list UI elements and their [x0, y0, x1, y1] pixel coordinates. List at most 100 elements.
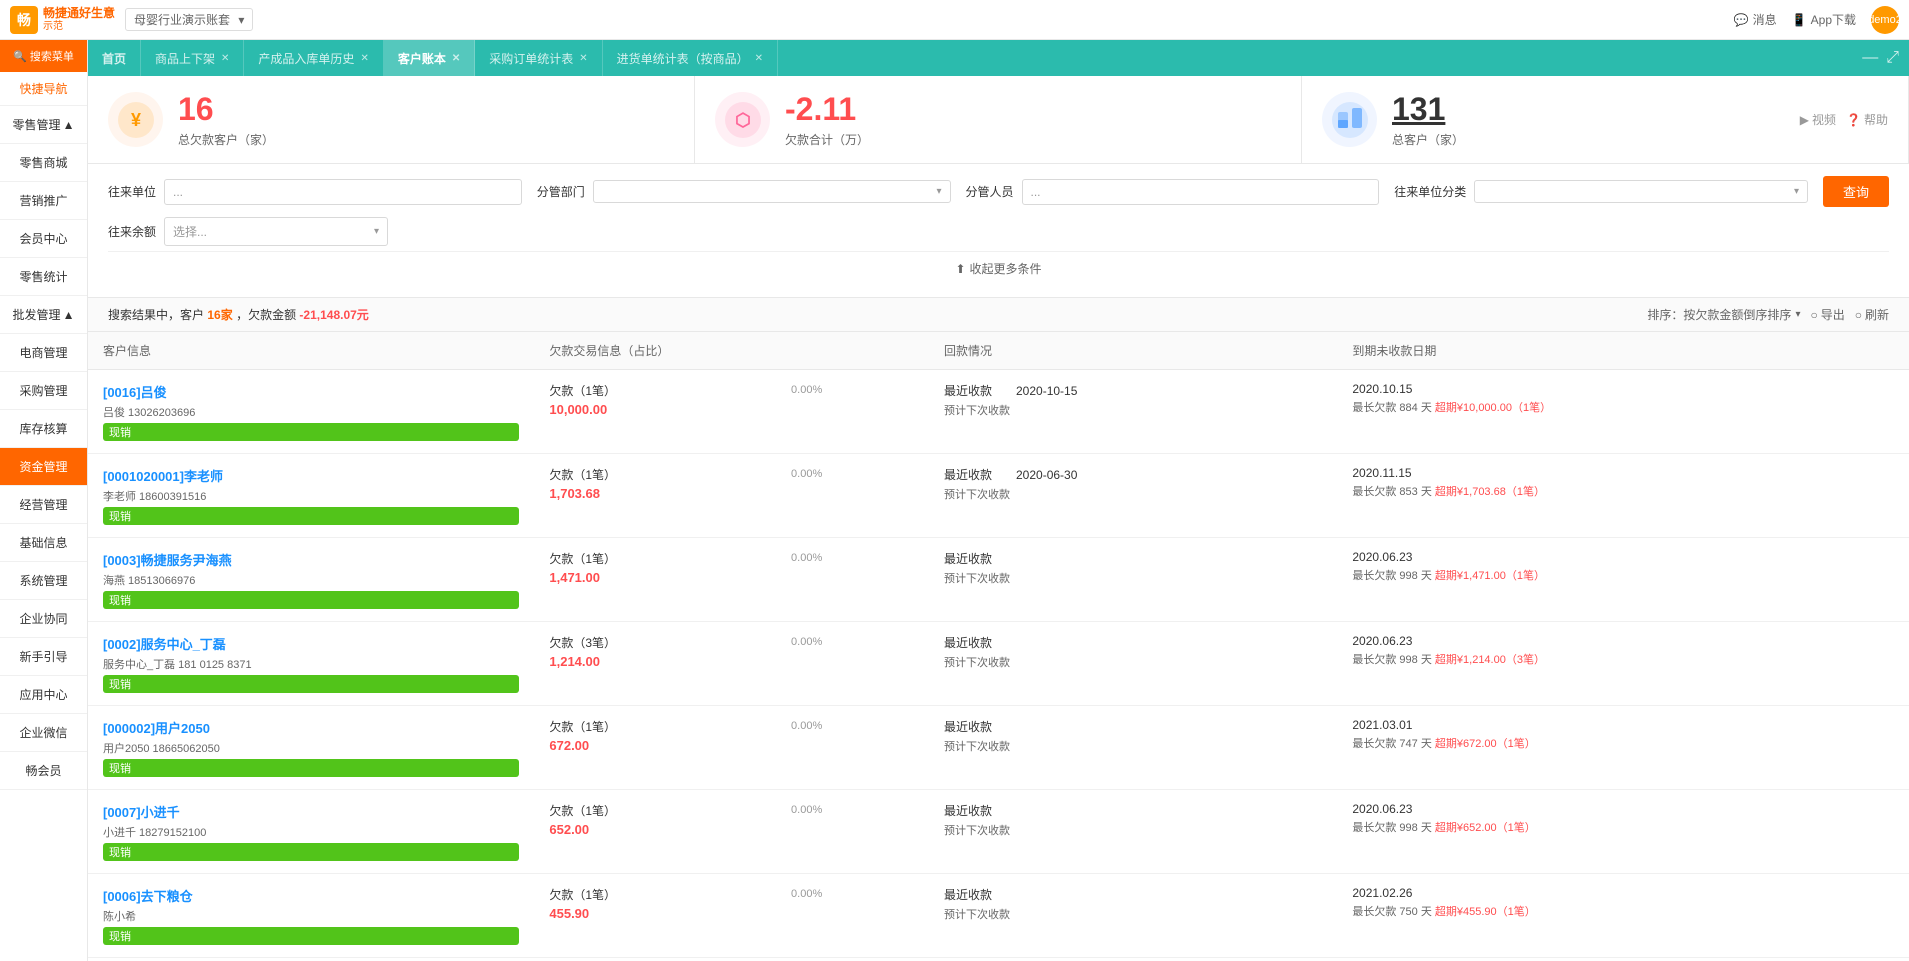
customer-name-3[interactable]: [0002]服务中心_丁磊 — [103, 634, 519, 653]
sidebar-item-enterprise[interactable]: 企业协同 — [0, 600, 87, 638]
table-header: 客户信息 欠款交易信息（占比） 回款情况 到期未收款日期 — [88, 332, 1909, 370]
refresh-btn[interactable]: ○ 刷新 — [1855, 306, 1889, 323]
filter-row-2: 往来余额 选择... ▾ — [108, 217, 1889, 246]
sidebar-item-member[interactable]: 会员中心 — [0, 220, 87, 258]
tab-customer[interactable]: 客户账本 ✕ — [384, 40, 475, 76]
debt-amount-0[interactable]: 10,000.00 — [549, 402, 761, 417]
sidebar-item-operations[interactable]: 经营管理 — [0, 486, 87, 524]
tab-purchase[interactable]: 采购订单统计表 ✕ — [475, 40, 602, 76]
debt-amount-4[interactable]: 672.00 — [549, 738, 761, 753]
unit-type-select[interactable]: ▾ — [1474, 180, 1808, 203]
sidebar-item-retail-shop[interactable]: 零售商城 — [0, 144, 87, 182]
message-icon: 💬 — [1734, 13, 1749, 27]
main-layout: 🔍 搜索菜单 快捷导航 零售管理▲ 零售商城 营销推广 会员中心 零售统计 — [0, 40, 1909, 961]
balance-select[interactable]: 选择... ▾ — [164, 217, 388, 246]
app-logo: 畅 — [10, 6, 38, 34]
customer-info-0: [0016]吕俊 吕俊 13026203696 现销 — [103, 382, 519, 441]
debt-amount-5[interactable]: 652.00 — [549, 822, 761, 837]
table-row: [0002]服务中心_丁磊 服务中心_丁磊 181 0125 8371 现销 欠… — [88, 622, 1909, 706]
recovery-label-3: 最近收款 — [944, 634, 1322, 651]
company-selector[interactable]: 母婴行业演示账套 ▾ — [125, 8, 253, 31]
overdue-link-4[interactable]: 超期¥672.00（1笔） — [1435, 738, 1536, 750]
recovery-info-4: 最近收款 预计下次收款 — [944, 718, 1322, 754]
debt-amount-1[interactable]: 1,703.68 — [549, 486, 761, 501]
tab-close-products[interactable]: ✕ — [221, 53, 229, 64]
debt-amount-6[interactable]: 455.90 — [549, 906, 761, 921]
sidebar-item-vip[interactable]: 畅会员 — [0, 752, 87, 790]
sidebar-item-marketing[interactable]: 营销推广 — [0, 182, 87, 220]
debt-amount-2[interactable]: 1,471.00 — [549, 570, 761, 585]
maximize-tabs-btn[interactable]: ⤢ — [1886, 49, 1899, 67]
sidebar-item-inventory[interactable]: 库存核算 — [0, 410, 87, 448]
sidebar-item-app-center[interactable]: 应用中心 — [0, 676, 87, 714]
tab-close-stock[interactable]: ✕ — [755, 53, 763, 64]
dept-select[interactable]: ▾ — [593, 180, 951, 203]
sidebar-item-system[interactable]: 系统管理 — [0, 562, 87, 600]
filter-area: 往来单位 ... 分管部门 ▾ 分管人员 — [88, 164, 1909, 298]
tab-home[interactable]: 首页 — [88, 40, 141, 76]
due-date-6: 2021.02.26 — [1352, 886, 1894, 900]
sidebar-item-guide[interactable]: 新手引导 — [0, 638, 87, 676]
sidebar-item-wechat[interactable]: 企业微信 — [0, 714, 87, 752]
overdue-link-5[interactable]: 超期¥652.00（1笔） — [1435, 822, 1536, 834]
sidebar-item-retail-mgmt[interactable]: 零售管理▲ — [0, 106, 87, 144]
sidebar-item-purchase[interactable]: 采购管理 — [0, 372, 87, 410]
sidebar-item-finance[interactable]: 资金管理 — [0, 448, 87, 486]
overdue-link-6[interactable]: 超期¥455.90（1笔） — [1435, 906, 1536, 918]
customer-name-2[interactable]: [0003]畅捷服务尹海燕 — [103, 550, 519, 569]
recovery-info-3: 最近收款 预计下次收款 — [944, 634, 1322, 670]
mobile-icon: 📱 — [1792, 13, 1807, 27]
overdue-link-0[interactable]: 超期¥10,000.00（1笔） — [1435, 402, 1551, 414]
overdue-link-1[interactable]: 超期¥1,703.68（1笔） — [1435, 486, 1545, 498]
cell-debt-info-0: 欠款（1笔） 10,000.00 — [534, 370, 776, 454]
app-download-btn[interactable]: 📱 App下载 — [1792, 11, 1856, 28]
card-actions: ▶ 视频 ❓ 帮助 — [1800, 111, 1888, 128]
debt-info-2: 欠款（1笔） 1,471.00 — [549, 550, 761, 585]
cell-due-7: 2020.12.30 最长欠款 808 天 超期¥429.00（1笔） — [1337, 958, 1909, 961]
user-avatar[interactable]: demo2 — [1871, 6, 1899, 34]
customer-name-5[interactable]: [0007]小进千 — [103, 802, 519, 821]
export-btn[interactable]: ○ 导出 — [1810, 306, 1844, 323]
recovery-next-6: 预计下次收款 — [944, 906, 1322, 922]
col-customer-info: 客户信息 — [88, 332, 534, 370]
from-unit-input[interactable]: ... — [164, 179, 522, 205]
minimize-tabs-btn[interactable]: — — [1862, 49, 1878, 67]
tab-products[interactable]: 商品上下架 ✕ — [141, 40, 244, 76]
manager-label: 分管人员 — [966, 183, 1014, 200]
search-button[interactable]: 查询 — [1823, 176, 1889, 207]
due-date-2: 2020.06.23 — [1352, 550, 1894, 564]
manager-input[interactable]: ... — [1022, 179, 1380, 205]
tab-production[interactable]: 产成品入库单历史 ✕ — [244, 40, 383, 76]
cell-customer-info-3: [0002]服务中心_丁磊 服务中心_丁磊 181 0125 8371 现销 — [88, 622, 534, 706]
overdue-link-2[interactable]: 超期¥1,471.00（1笔） — [1435, 570, 1545, 582]
debt-amount-3[interactable]: 1,214.00 — [549, 654, 761, 669]
search-menu-btn[interactable]: 🔍 搜索菜单 — [0, 40, 87, 72]
tab-stock[interactable]: 进货单统计表（按商品） ✕ — [603, 40, 778, 76]
collapse-btn[interactable]: ⬆ 收起更多条件 — [108, 260, 1889, 277]
sidebar-item-basic-info[interactable]: 基础信息 — [0, 524, 87, 562]
tab-close-purchase[interactable]: ✕ — [579, 53, 587, 64]
customer-name-4[interactable]: [000002]用户2050 — [103, 718, 519, 737]
customer-contact-5: 小进千 18279152100 — [103, 824, 519, 840]
sidebar-item-batch-mgmt[interactable]: 批发管理▲ — [0, 296, 87, 334]
sidebar-item-retail-stats[interactable]: 零售统计 — [0, 258, 87, 296]
sort-select[interactable]: 排序：按欠款金额倒序排序 ▾ — [1647, 306, 1800, 323]
video-btn[interactable]: ▶ 视频 — [1800, 111, 1836, 128]
message-btn[interactable]: 💬 消息 — [1734, 11, 1777, 28]
customer-name-0[interactable]: [0016]吕俊 — [103, 382, 519, 401]
cell-debt-percent-5: 0.00% — [776, 790, 929, 874]
tab-close-customer[interactable]: ✕ — [452, 53, 460, 64]
cell-due-5: 2020.06.23 最长欠款 998 天 超期¥652.00（1笔） — [1337, 790, 1909, 874]
due-info-4: 2021.03.01 最长欠款 747 天 超期¥672.00（1笔） — [1352, 718, 1894, 751]
sidebar-item-ecommerce[interactable]: 电商管理 — [0, 334, 87, 372]
customer-name-1[interactable]: [0001020001]李老师 — [103, 466, 519, 485]
overdue-link-3[interactable]: 超期¥1,214.00（3笔） — [1435, 654, 1545, 666]
cell-recovery-7: 最近收款 预计下次收款 — [929, 958, 1337, 961]
customer-name-6[interactable]: [0006]去下粮仓 — [103, 886, 519, 905]
cell-due-4: 2021.03.01 最长欠款 747 天 超期¥672.00（1笔） — [1337, 706, 1909, 790]
tabs-actions: — ⤢ — [1862, 49, 1909, 67]
tab-close-production[interactable]: ✕ — [360, 53, 368, 64]
filter-unit-type: 往来单位分类 ▾ — [1394, 180, 1808, 203]
quick-nav-btn[interactable]: 快捷导航 — [0, 72, 87, 106]
help-btn[interactable]: ❓ 帮助 — [1846, 111, 1888, 128]
